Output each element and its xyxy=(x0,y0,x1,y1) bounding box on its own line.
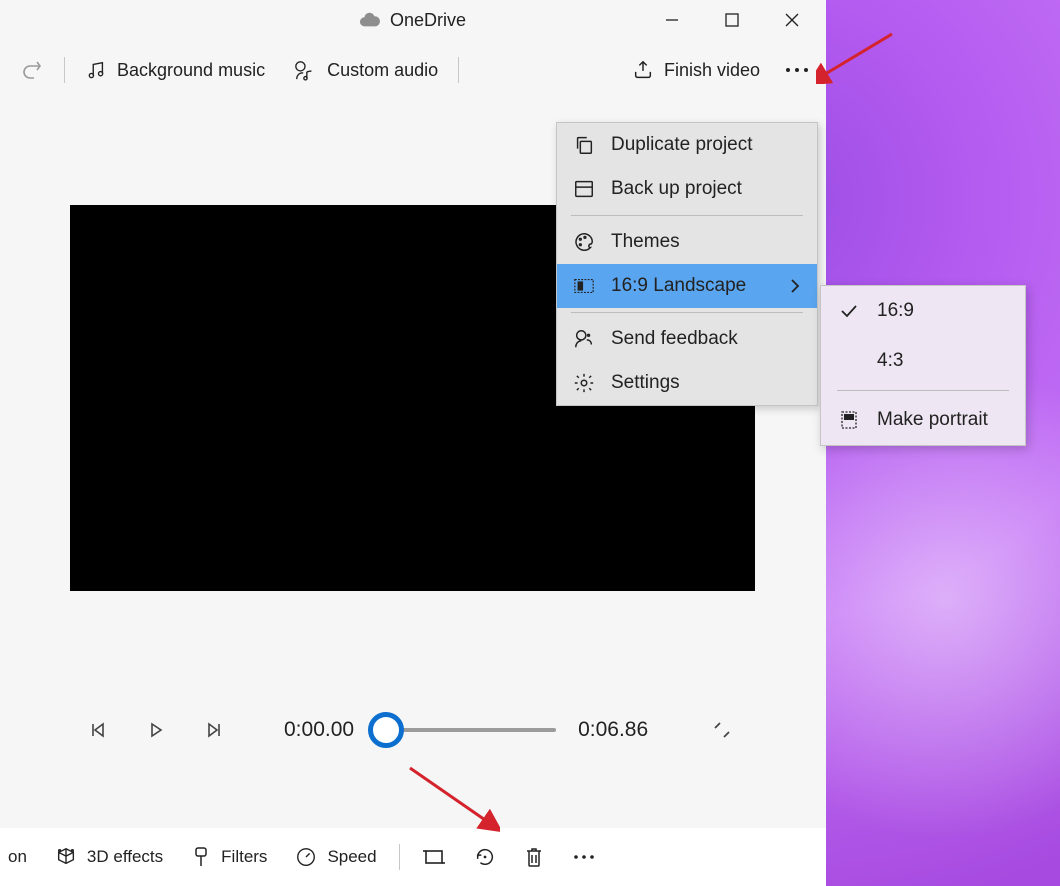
3d-effects-button[interactable]: 3D effects xyxy=(43,840,175,874)
fullscreen-button[interactable] xyxy=(704,712,740,748)
minimize-button[interactable] xyxy=(642,0,702,40)
custom-audio-button[interactable]: Custom audio xyxy=(279,53,452,87)
ellipsis-icon xyxy=(784,65,810,75)
finish-video-label: Finish video xyxy=(664,60,760,81)
duplicate-icon xyxy=(573,134,595,156)
portrait-icon xyxy=(839,410,859,430)
menu-separator xyxy=(571,312,803,313)
rotate-icon xyxy=(474,846,496,868)
menu-duplicate-project[interactable]: Duplicate project xyxy=(557,123,817,167)
play-button[interactable] xyxy=(138,712,174,748)
submenu-label: 4:3 xyxy=(877,350,903,372)
redo-button[interactable] xyxy=(6,52,58,88)
submenu-4-3[interactable]: 4:3 xyxy=(821,336,1025,386)
rotate-button[interactable] xyxy=(462,840,508,874)
themes-icon xyxy=(573,231,595,253)
close-button[interactable] xyxy=(762,0,822,40)
filters-button[interactable]: Filters xyxy=(179,840,279,874)
menu-themes[interactable]: Themes xyxy=(557,220,817,264)
3d-effects-label: 3D effects xyxy=(87,847,163,867)
backup-icon xyxy=(573,178,595,200)
submenu-make-portrait[interactable]: Make portrait xyxy=(821,395,1025,445)
aspect-ratio-icon xyxy=(573,276,595,296)
speed-label: Speed xyxy=(327,847,376,867)
annotation-arrow-top xyxy=(816,28,896,84)
menu-item-label: 16:9 Landscape xyxy=(611,275,746,297)
menu-separator xyxy=(571,215,803,216)
speed-button[interactable]: Speed xyxy=(283,840,388,874)
custom-audio-label: Custom audio xyxy=(327,60,438,81)
filters-label: Filters xyxy=(221,847,267,867)
background-music-button[interactable]: Background music xyxy=(71,53,279,87)
feedback-icon xyxy=(573,328,595,350)
redo-icon xyxy=(20,58,44,82)
submenu-16-9[interactable]: 16:9 xyxy=(821,286,1025,336)
total-time: 0:06.86 xyxy=(578,718,648,742)
3d-effects-icon xyxy=(55,846,77,868)
ellipsis-icon xyxy=(572,853,596,861)
window-title: OneDrive xyxy=(390,10,466,31)
more-options-menu: Duplicate project Back up project Themes… xyxy=(556,122,818,406)
music-note-icon xyxy=(85,59,107,81)
chevron-right-icon xyxy=(789,278,801,294)
truncated-label: on xyxy=(8,847,27,867)
seek-thumb[interactable] xyxy=(368,712,404,748)
submenu-label: Make portrait xyxy=(877,409,988,431)
export-icon xyxy=(632,59,654,81)
crop-icon xyxy=(422,847,446,867)
menu-item-label: Back up project xyxy=(611,178,742,200)
menu-settings[interactable]: Settings xyxy=(557,361,817,405)
next-frame-button[interactable] xyxy=(196,712,232,748)
submenu-separator xyxy=(837,390,1009,391)
title-bar: OneDrive xyxy=(0,0,826,40)
trash-icon xyxy=(524,846,544,868)
aspect-ratio-submenu: 16:9 4:3 Make portrait xyxy=(820,285,1026,446)
current-time: 0:00.00 xyxy=(284,718,354,742)
seek-bar[interactable] xyxy=(376,718,556,742)
filters-icon xyxy=(191,846,211,868)
menu-item-label: Settings xyxy=(611,372,680,394)
check-icon xyxy=(839,303,859,319)
crop-button[interactable] xyxy=(410,841,458,873)
top-toolbar: Background music Custom audio Finish vid… xyxy=(0,40,826,100)
annotation-arrow-bottom xyxy=(400,762,500,832)
menu-backup-project[interactable]: Back up project xyxy=(557,167,817,211)
separator xyxy=(458,57,459,83)
previous-frame-button[interactable] xyxy=(80,712,116,748)
onedrive-cloud-icon xyxy=(360,13,380,27)
truncated-button[interactable]: on xyxy=(6,841,39,873)
more-options-button[interactable] xyxy=(774,59,820,81)
delete-button[interactable] xyxy=(512,840,556,874)
bottom-toolbar: on 3D effects Filters Speed xyxy=(0,828,826,886)
playback-controls: 0:00.00 0:06.86 xyxy=(80,700,740,760)
menu-item-label: Send feedback xyxy=(611,328,738,350)
menu-aspect-ratio[interactable]: 16:9 Landscape xyxy=(557,264,817,308)
menu-send-feedback[interactable]: Send feedback xyxy=(557,317,817,361)
menu-item-label: Duplicate project xyxy=(611,134,753,156)
maximize-button[interactable] xyxy=(702,0,762,40)
finish-video-button[interactable]: Finish video xyxy=(618,53,774,87)
window-title-area: OneDrive xyxy=(360,10,466,31)
custom-audio-icon xyxy=(293,59,317,81)
background-music-label: Background music xyxy=(117,60,265,81)
submenu-label: 16:9 xyxy=(877,300,914,322)
gear-icon xyxy=(573,372,595,394)
separator xyxy=(399,844,400,870)
separator xyxy=(64,57,65,83)
menu-item-label: Themes xyxy=(611,231,680,253)
speed-icon xyxy=(295,846,317,868)
bottom-more-button[interactable] xyxy=(560,847,608,867)
